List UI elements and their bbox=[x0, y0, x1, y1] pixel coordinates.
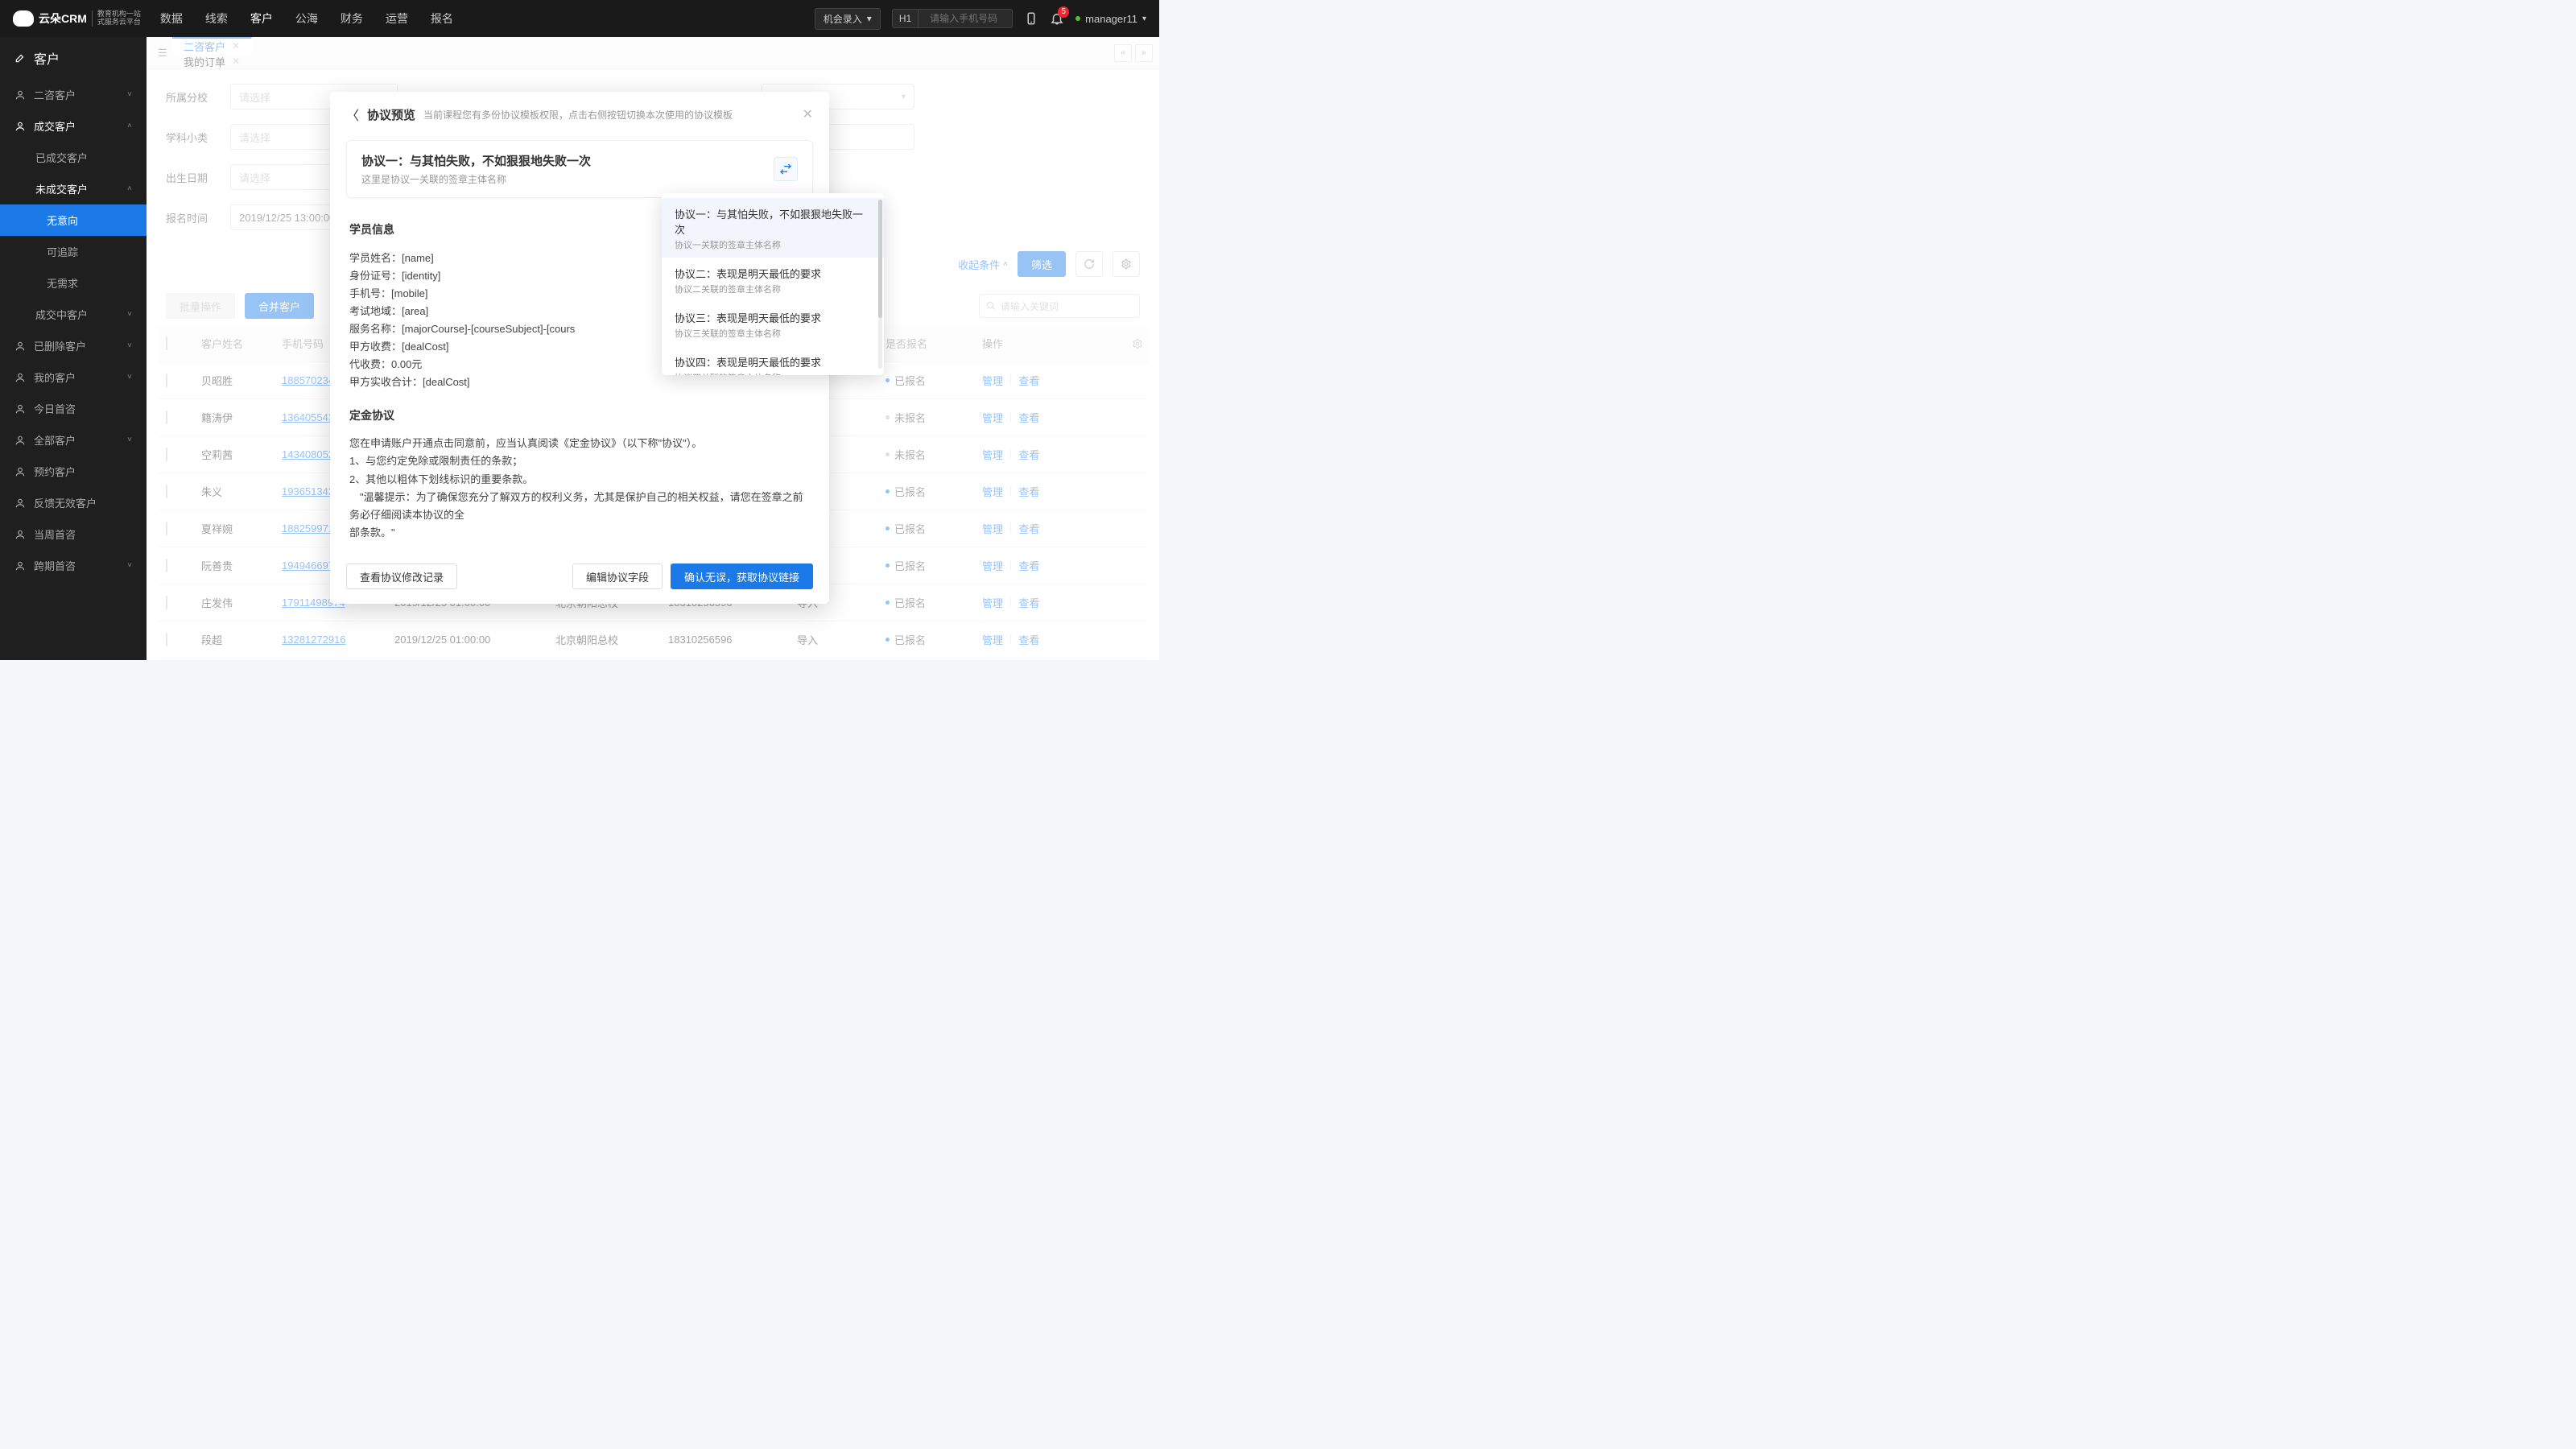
dropdown-item-3[interactable]: 协议四：表现是明天最低的要求协议四关联的签章主体名称 bbox=[662, 346, 884, 375]
chevron-down-icon: ˅ bbox=[127, 90, 132, 99]
sidebar-item-2[interactable]: 已成交客户 bbox=[0, 142, 147, 173]
sidebar-item-9[interactable]: 我的客户˅ bbox=[0, 361, 147, 393]
nav-item-5[interactable]: 运营 bbox=[386, 10, 408, 27]
user-icon bbox=[14, 435, 26, 446]
modal-title: 协议预览 bbox=[367, 106, 415, 123]
user-icon bbox=[14, 560, 26, 572]
chevron-up-icon: ˄ bbox=[127, 122, 132, 130]
dropdown-item-1[interactable]: 协议二：表现是明天最低的要求协议二关联的签章主体名称 bbox=[662, 258, 884, 302]
caret-down-icon: ▾ bbox=[1142, 14, 1146, 23]
sidebar-item-7[interactable]: 成交中客户˅ bbox=[0, 299, 147, 330]
chevron-down-icon: ˅ bbox=[127, 310, 132, 319]
nav-item-0[interactable]: 数据 bbox=[160, 10, 183, 27]
edit-fields-button[interactable]: 编辑协议字段 bbox=[572, 564, 663, 589]
topbar-right: 机会录入 ▾ H1 5 manager11 ▾ bbox=[815, 8, 1146, 30]
phone-search: H1 bbox=[892, 9, 1013, 28]
sidebar-item-8[interactable]: 已删除客户˅ bbox=[0, 330, 147, 361]
info-line: 甲方实收合计：[dealCost] bbox=[349, 374, 810, 391]
selected-agreement-sub: 这里是协议一关联的签章主体名称 bbox=[361, 172, 591, 186]
user-icon bbox=[14, 121, 26, 132]
notification-badge: 5 bbox=[1058, 6, 1069, 18]
nav-item-2[interactable]: 客户 bbox=[250, 10, 273, 27]
selected-agreement-title: 协议一：与其怕失败，不如狠狠地失败一次 bbox=[361, 152, 591, 169]
dropdown-scrollbar[interactable] bbox=[878, 200, 882, 369]
chevron-up-icon: ˄ bbox=[127, 184, 132, 193]
sidebar-item-1[interactable]: 成交客户˄ bbox=[0, 110, 147, 142]
device-icon[interactable] bbox=[1024, 11, 1038, 26]
sidebar-header: 客户 bbox=[0, 37, 147, 79]
sidebar-item-4[interactable]: 无意向 bbox=[0, 204, 147, 236]
sidebar-item-5[interactable]: 可追踪 bbox=[0, 236, 147, 267]
user-icon bbox=[14, 403, 26, 415]
app-root: 云朵CRM 教育机构一站 式服务云平台 数据线索客户公海财务运营报名 机会录入 … bbox=[0, 0, 1159, 660]
caret-down-icon: ▾ bbox=[867, 13, 872, 24]
dropdown-item-2[interactable]: 协议三：表现是明天最低的要求协议三关联的签章主体名称 bbox=[662, 302, 884, 346]
user-icon bbox=[14, 341, 26, 352]
user-icon bbox=[14, 529, 26, 540]
sidebar-item-6[interactable]: 无需求 bbox=[0, 267, 147, 299]
logo: 云朵CRM 教育机构一站 式服务云平台 bbox=[13, 10, 141, 27]
para-line: 您在申请账户开通点击同意前，应当认真阅读《定金协议》（以下称"协议"）。 bbox=[349, 435, 810, 452]
close-icon[interactable]: ✕ bbox=[803, 106, 813, 122]
sidebar-item-3[interactable]: 未成交客户˄ bbox=[0, 173, 147, 204]
modal-subtitle: 当前课程您有多份协议模板权限，点击右侧按钮切换本次使用的协议模板 bbox=[423, 108, 733, 122]
back-icon[interactable]: 〈 bbox=[346, 105, 359, 124]
logo-text: 云朵CRM bbox=[39, 10, 87, 27]
section-deposit: 定金协议 bbox=[349, 407, 810, 426]
switch-agreement-button[interactable] bbox=[774, 157, 798, 181]
h-label[interactable]: H1 bbox=[893, 10, 919, 27]
view-history-button[interactable]: 查看协议修改记录 bbox=[346, 564, 457, 589]
edit-icon bbox=[14, 52, 26, 64]
user-icon bbox=[14, 466, 26, 477]
sidebar: 客户 二咨客户˅成交客户˄已成交客户未成交客户˄无意向可追踪无需求成交中客户˅已… bbox=[0, 37, 147, 660]
sidebar-item-0[interactable]: 二咨客户˅ bbox=[0, 79, 147, 110]
user-icon bbox=[14, 372, 26, 383]
switch-icon bbox=[779, 163, 792, 175]
nav-item-6[interactable]: 报名 bbox=[431, 10, 453, 27]
user-icon bbox=[14, 89, 26, 101]
topbar: 云朵CRM 教育机构一站 式服务云平台 数据 线索 客户 公海 财务 运营 报名 机会录入 … bbox=[0, 0, 1159, 37]
sidebar-item-12[interactable]: 预约客户 bbox=[0, 456, 147, 487]
para-line: 1、与您约定免除或限制责任的条款； bbox=[349, 452, 810, 470]
sidebar-item-14[interactable]: 当周首咨 bbox=[0, 518, 147, 550]
status-dot-icon bbox=[1075, 16, 1080, 21]
agreement-dropdown: 协议一：与其怕失败，不如狠狠地失败一次协议一关联的签章主体名称协议二：表现是明天… bbox=[662, 193, 884, 375]
chevron-down-icon: ˅ bbox=[127, 436, 132, 444]
user-icon bbox=[14, 497, 26, 509]
user-menu[interactable]: manager11 ▾ bbox=[1075, 13, 1146, 25]
sidebar-item-15[interactable]: 跨期首咨˅ bbox=[0, 550, 147, 581]
modal-header: 〈 协议预览 当前课程您有多份协议模板权限，点击右侧按钮切换本次使用的协议模板 … bbox=[330, 92, 829, 134]
chevron-down-icon: ˅ bbox=[127, 373, 132, 382]
confirm-link-button[interactable]: 确认无误，获取协议链接 bbox=[671, 564, 813, 589]
modal-footer: 查看协议修改记录 编辑协议字段 确认无误，获取协议链接 bbox=[330, 554, 829, 604]
logo-icon bbox=[13, 10, 34, 27]
phone-input[interactable] bbox=[923, 10, 1012, 27]
nav-item-4[interactable]: 财务 bbox=[341, 10, 363, 27]
chevron-down-icon: ˅ bbox=[127, 561, 132, 570]
sidebar-item-13[interactable]: 反馈无效客户 bbox=[0, 487, 147, 518]
para-line: "温馨提示：为了确保您充分了解双方的权利义务，尤其是保护自己的相关权益，请您在签… bbox=[349, 489, 810, 524]
opportunity-entry-select[interactable]: 机会录入 ▾ bbox=[815, 8, 881, 30]
sidebar-item-11[interactable]: 全部客户˅ bbox=[0, 424, 147, 456]
dropdown-item-0[interactable]: 协议一：与其怕失败，不如狠狠地失败一次协议一关联的签章主体名称 bbox=[662, 198, 884, 258]
para-line: 部条款。" bbox=[349, 524, 810, 542]
top-nav: 数据 线索 客户 公海 财务 运营 报名 bbox=[160, 10, 453, 27]
bell-icon[interactable]: 5 bbox=[1050, 11, 1064, 26]
agreement-selector-card: 协议一：与其怕失败，不如狠狠地失败一次 这里是协议一关联的签章主体名称 bbox=[346, 140, 813, 198]
para-line: 2、其他以粗体下划线标识的重要条款。 bbox=[349, 471, 810, 489]
sidebar-item-10[interactable]: 今日首咨 bbox=[0, 393, 147, 424]
logo-sub: 教育机构一站 式服务云平台 bbox=[92, 10, 141, 27]
chevron-down-icon: ˅ bbox=[127, 341, 132, 350]
nav-item-3[interactable]: 公海 bbox=[295, 10, 318, 27]
nav-item-1[interactable]: 线索 bbox=[205, 10, 228, 27]
